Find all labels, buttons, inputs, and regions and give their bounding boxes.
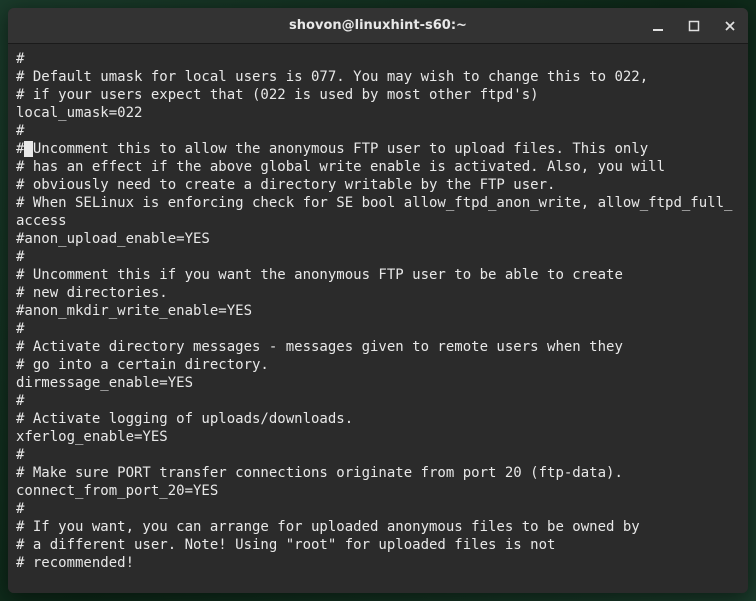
window-title: shovon@linuxhint-s60:~: [289, 18, 467, 33]
minimize-button[interactable]: [646, 14, 670, 38]
maximize-button[interactable]: [682, 14, 706, 38]
titlebar[interactable]: shovon@linuxhint-s60:~: [8, 8, 748, 44]
terminal-body[interactable]: # # Default umask for local users is 077…: [8, 44, 748, 593]
close-icon: [724, 20, 736, 32]
window-controls: [646, 14, 742, 38]
terminal-content: # # Default umask for local users is 077…: [16, 50, 740, 572]
minimize-icon: [652, 20, 664, 32]
close-button[interactable]: [718, 14, 742, 38]
text-cursor: [24, 141, 32, 157]
terminal-window: shovon@linuxhint-s60:~ # # Default umask: [8, 8, 748, 593]
maximize-icon: [688, 20, 700, 32]
